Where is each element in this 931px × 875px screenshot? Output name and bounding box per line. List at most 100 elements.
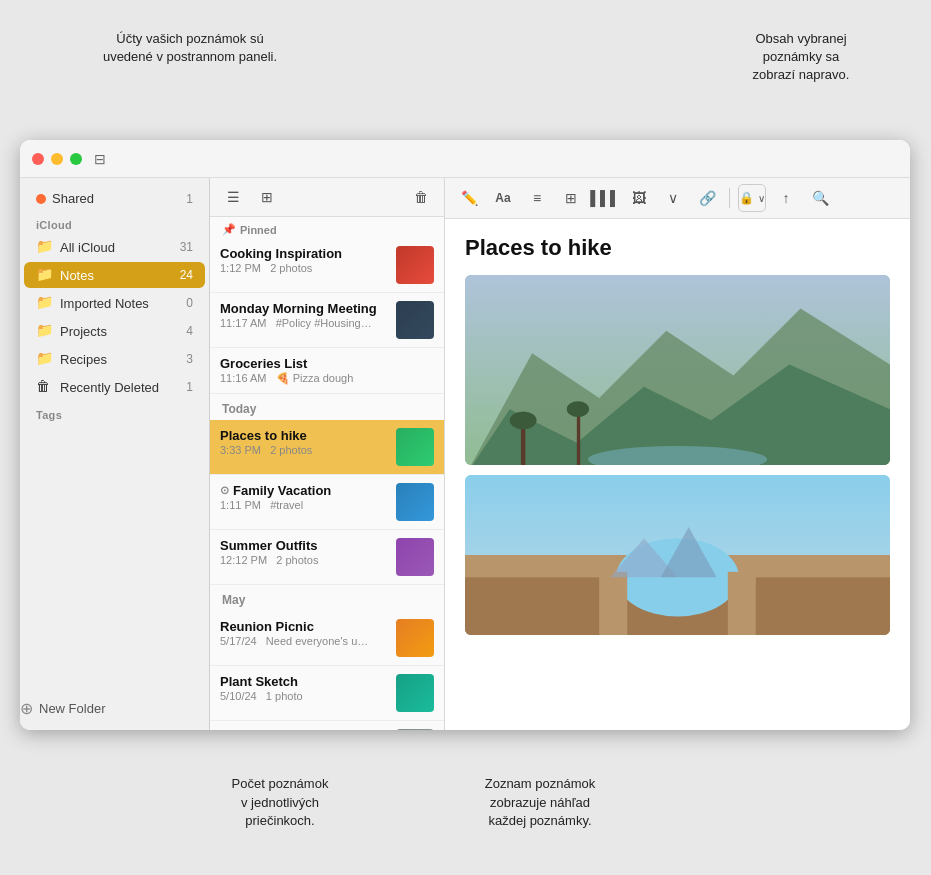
notes-label: Notes: [60, 268, 180, 283]
note-item-vacation-meta: 1:11 PM #travel: [220, 499, 388, 511]
upload-button[interactable]: ↑: [772, 184, 800, 212]
recently-deleted-count: 1: [186, 380, 193, 394]
annotation-bottom-left: Počet poznámok v jednotlivých priečinkoc…: [190, 775, 370, 830]
sidebar-item-all-icloud[interactable]: 📁 All iCloud 31: [24, 234, 205, 260]
list-view-button[interactable]: ☰: [220, 184, 246, 210]
note-item-meeting-text: Monday Morning Meeting 11:17 AM #Policy …: [220, 301, 388, 329]
all-icloud-folder-icon: 📁: [36, 238, 54, 256]
note-item-meeting[interactable]: Monday Morning Meeting 11:17 AM #Policy …: [210, 293, 444, 348]
titlebar: ⊟: [20, 140, 910, 178]
note-item-plant-text: Plant Sketch 5/10/24 1 photo: [220, 674, 388, 702]
note-item-meeting-thumb: [396, 301, 434, 339]
note-item-groceries[interactable]: Groceries List 11:16 AM 🍕 Pizza dough: [210, 348, 444, 394]
svg-point-5: [510, 411, 537, 429]
hike-photo-2: [465, 475, 890, 635]
note-item-groceries-text: Groceries List 11:16 AM 🍕 Pizza dough: [220, 356, 434, 385]
grid-view-button[interactable]: ⊞: [254, 184, 280, 210]
recipes-folder-icon: 📁: [36, 350, 54, 368]
maximize-button[interactable]: [70, 153, 82, 165]
note-item-plant[interactable]: Plant Sketch 5/10/24 1 photo: [210, 666, 444, 721]
note-item-meeting-meta: 11:17 AM #Policy #Housing…: [220, 317, 388, 329]
table-button[interactable]: ⊞: [557, 184, 585, 212]
sidebar-item-projects[interactable]: 📁 Projects 4: [24, 318, 205, 344]
note-detail-toolbar: ✏️ Aa ≡ ⊞ ▌▌▌ 🖼 ∨: [445, 178, 910, 219]
svg-rect-4: [577, 409, 580, 465]
pinned-section-label: 📌 Pinned: [210, 217, 444, 238]
note-item-hiking[interactable]: Places to hike 3:33 PM 2 photos: [210, 420, 444, 475]
recently-deleted-label: Recently Deleted: [60, 380, 186, 395]
note-item-picnic-thumb: [396, 619, 434, 657]
grid-view-icon: ⊞: [261, 189, 273, 205]
note-item-outfits-meta: 12:12 PM 2 photos: [220, 554, 388, 566]
hike-arch-svg: [465, 475, 890, 635]
search-in-note-button[interactable]: 🔍: [806, 184, 834, 212]
delete-note-button[interactable]: 🗑: [408, 184, 434, 210]
note-item-outfits[interactable]: Summer Outfits 12:12 PM 2 photos: [210, 530, 444, 585]
imported-notes-label: Imported Notes: [60, 296, 186, 311]
imported-notes-count: 0: [186, 296, 193, 310]
lock-button[interactable]: 🔒 ∨: [738, 184, 766, 212]
lock-icon: 🔒: [739, 191, 754, 205]
hike-photo-1: [465, 275, 890, 465]
note-item-picnic-meta: 5/17/24 Need everyone's u…: [220, 635, 388, 647]
sidebar-item-imported-notes[interactable]: 📁 Imported Notes 0: [24, 290, 205, 316]
note-item-cooking-text: Cooking Inspiration 1:12 PM 2 photos: [220, 246, 388, 274]
note-item-meeting-title: Monday Morning Meeting: [220, 301, 388, 316]
shared-label: Shared: [52, 191, 186, 206]
note-item-picnic-title: Reunion Picnic: [220, 619, 388, 634]
close-button[interactable]: [32, 153, 44, 165]
annotation-top-right: Obsah vybranej poznámky sa zobrazí napra…: [701, 30, 901, 85]
icloud-section-label: iCloud: [20, 211, 209, 233]
sidebar-toggle-icon[interactable]: ⊟: [94, 151, 110, 167]
new-folder-button[interactable]: ⊕ New Folder: [20, 695, 209, 722]
compose-icon: ✏️: [461, 190, 478, 206]
projects-count: 4: [186, 324, 193, 338]
font-icon: Aa: [495, 191, 510, 205]
list-view-icon: ☰: [227, 189, 240, 205]
more-media-button[interactable]: ∨: [659, 184, 687, 212]
compose-button[interactable]: ✏️: [455, 184, 483, 212]
note-item-snow-text: Snowscape Photography: [220, 729, 388, 730]
sidebar-item-recipes[interactable]: 📁 Recipes 3: [24, 346, 205, 372]
note-item-outfits-thumb: [396, 538, 434, 576]
imported-notes-folder-icon: 📁: [36, 294, 54, 312]
note-item-cooking[interactable]: Cooking Inspiration 1:12 PM 2 photos: [210, 238, 444, 293]
note-item-outfits-text: Summer Outfits 12:12 PM 2 photos: [220, 538, 388, 566]
upload-icon: ↑: [783, 190, 790, 206]
svg-rect-12: [599, 572, 627, 635]
annotation-top-left: Účty vašich poznámok sú uvedené v postra…: [70, 30, 310, 66]
minimize-button[interactable]: [51, 153, 63, 165]
share-note-button[interactable]: 🔗: [693, 184, 721, 212]
annotation-bottom-right: Zoznam poznámok zobrazuje náhľad každej …: [430, 775, 650, 830]
note-item-vacation[interactable]: ⊙ Family Vacation 1:11 PM #travel: [210, 475, 444, 530]
app-window: ⊟ Shared 1 iCloud 📁 All iCloud 31 📁 Note…: [20, 140, 910, 730]
search-icon: 🔍: [812, 190, 829, 206]
svg-point-6: [567, 401, 589, 417]
lock-chevron-icon: ∨: [758, 193, 765, 204]
sidebar-item-shared[interactable]: Shared 1: [24, 187, 205, 210]
note-item-snow[interactable]: Snowscape Photography: [210, 721, 444, 730]
note-item-hiking-title: Places to hike: [220, 428, 388, 443]
media-button[interactable]: 🖼: [625, 184, 653, 212]
share-icon: 🔗: [699, 190, 716, 206]
font-button[interactable]: Aa: [489, 184, 517, 212]
note-item-snow-title: Snowscape Photography: [220, 729, 388, 730]
sidebar-item-notes[interactable]: 📁 Notes 24: [24, 262, 205, 288]
note-image-1: [465, 275, 890, 465]
notes-list-toolbar: ☰ ⊞ 🗑: [210, 178, 444, 217]
audio-button[interactable]: ▌▌▌: [591, 184, 619, 212]
note-item-picnic[interactable]: Reunion Picnic 5/17/24 Need everyone's u…: [210, 611, 444, 666]
new-folder-label: New Folder: [39, 701, 105, 716]
note-item-vacation-thumb: [396, 483, 434, 521]
delete-note-icon: 🗑: [414, 189, 428, 205]
projects-label: Projects: [60, 324, 186, 339]
note-detail-title: Places to hike: [465, 235, 890, 261]
shared-dot-icon: [36, 194, 46, 204]
note-item-cooking-title: Cooking Inspiration: [220, 246, 388, 261]
today-section-label: Today: [210, 394, 444, 420]
media-icon: 🖼: [632, 190, 646, 206]
all-icloud-label: All iCloud: [60, 240, 180, 255]
sidebar-item-recently-deleted[interactable]: 🗑 Recently Deleted 1: [24, 374, 205, 400]
note-item-plant-meta: 5/10/24 1 photo: [220, 690, 388, 702]
checklist-button[interactable]: ≡: [523, 184, 551, 212]
